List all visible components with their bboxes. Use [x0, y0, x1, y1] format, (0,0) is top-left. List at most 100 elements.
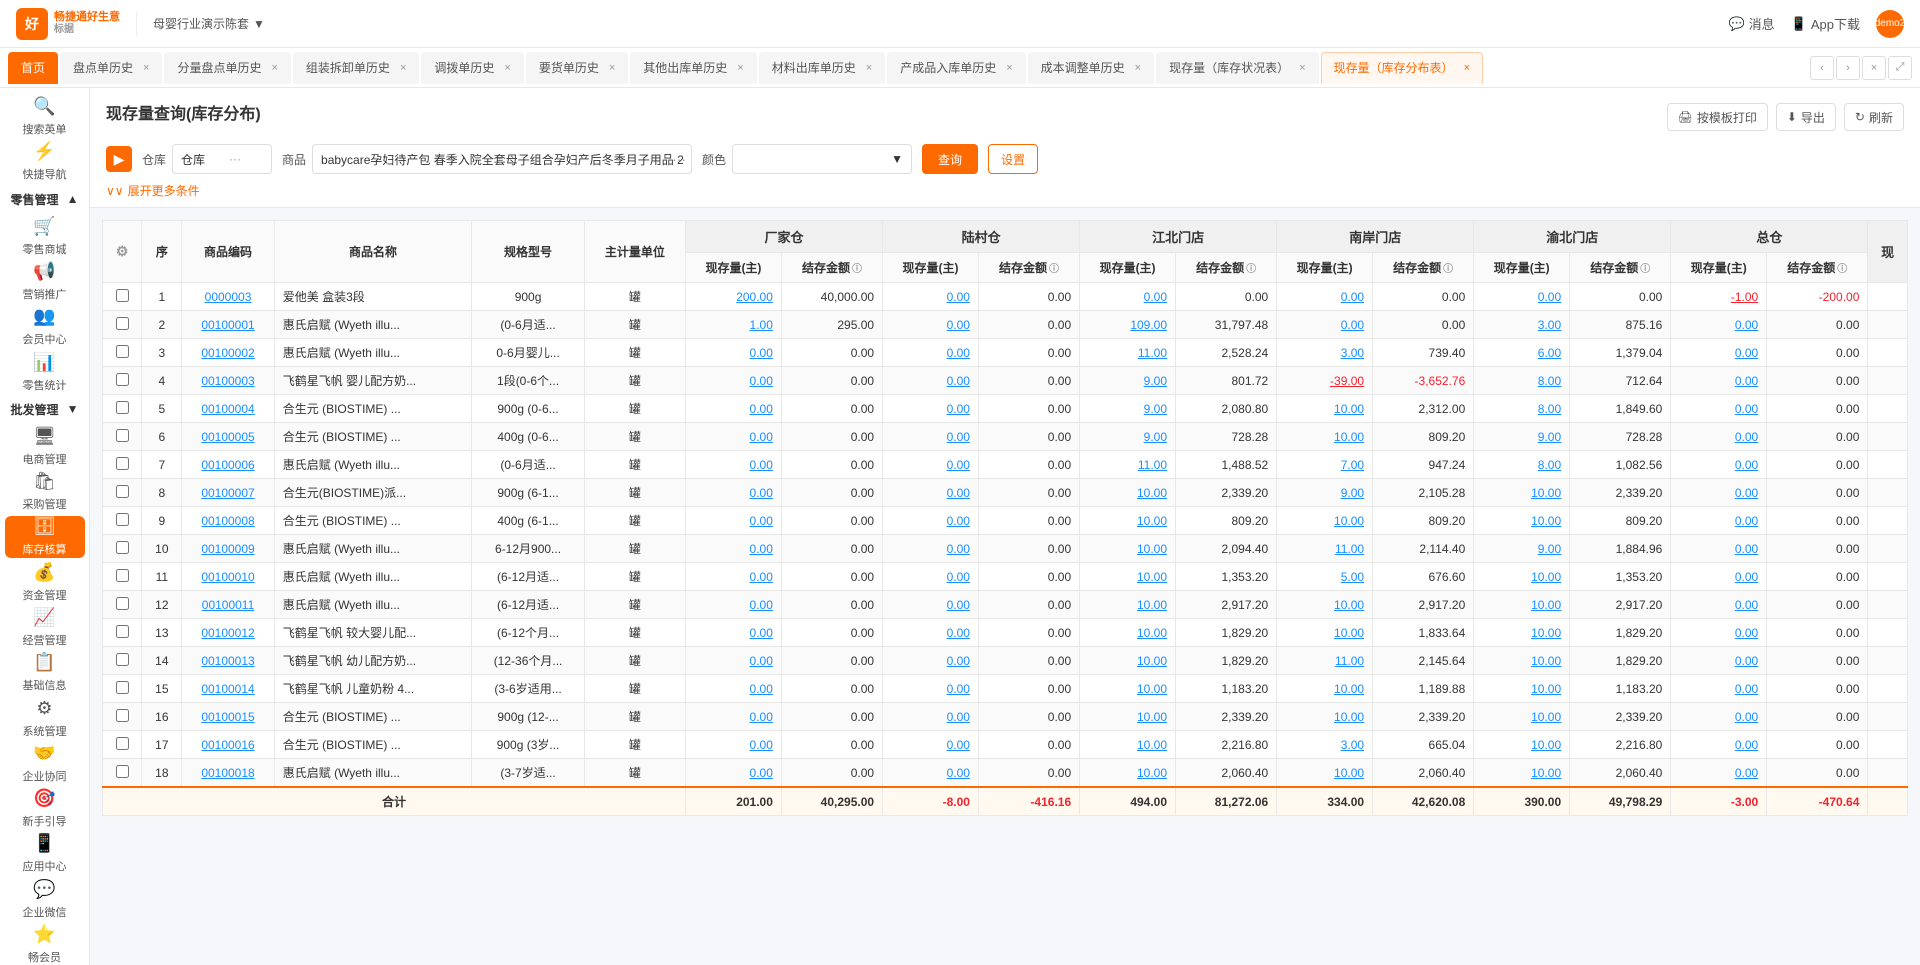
- row-lucun-qty[interactable]: 0.00: [883, 619, 979, 647]
- row-jiangbei-qty[interactable]: 11.00: [1080, 339, 1176, 367]
- row-jiangbei-qty[interactable]: 10.00: [1080, 563, 1176, 591]
- row-yubei-qty[interactable]: 9.00: [1474, 535, 1570, 563]
- row-code[interactable]: 00100008: [182, 507, 274, 535]
- tab-1-close[interactable]: ×: [143, 62, 149, 74]
- row-lucun-qty[interactable]: 0.00: [883, 339, 979, 367]
- message-btn[interactable]: 💬 消息: [1728, 14, 1774, 33]
- tab-4[interactable]: 调拨单历史 ×: [421, 52, 523, 84]
- row-nanan-qty[interactable]: 11.00: [1277, 647, 1373, 675]
- row-changjiacao-qty[interactable]: 0.00: [686, 339, 782, 367]
- sidebar-item-system[interactable]: ⚙ 系统管理: [5, 697, 85, 738]
- row-checkbox[interactable]: [103, 451, 142, 479]
- row-nanan-qty[interactable]: 7.00: [1277, 451, 1373, 479]
- row-lucun-qty[interactable]: 0.00: [883, 423, 979, 451]
- sidebar-section-wholesale[interactable]: 批发管理 ▼: [5, 397, 85, 422]
- row-code[interactable]: 00100015: [182, 703, 274, 731]
- sidebar-item-retail-stats[interactable]: 📊 零售统计: [5, 351, 85, 392]
- tab-4-close[interactable]: ×: [504, 62, 510, 74]
- tab-3-close[interactable]: ×: [400, 62, 406, 74]
- industry-selector[interactable]: 母婴行业演示陈套 ▼: [153, 15, 265, 32]
- row-changjiacao-qty[interactable]: 0.00: [686, 507, 782, 535]
- row-total-qty[interactable]: 0.00: [1671, 535, 1767, 563]
- row-checkbox[interactable]: [103, 591, 142, 619]
- row-total-qty[interactable]: 0.00: [1671, 339, 1767, 367]
- row-yubei-qty[interactable]: 10.00: [1474, 619, 1570, 647]
- row-lucun-qty[interactable]: 0.00: [883, 367, 979, 395]
- row-changjiacao-qty[interactable]: 0.00: [686, 563, 782, 591]
- row-nanan-qty[interactable]: 10.00: [1277, 703, 1373, 731]
- row-checkbox[interactable]: [103, 703, 142, 731]
- row-nanan-qty[interactable]: 0.00: [1277, 283, 1373, 311]
- row-lucun-qty[interactable]: 0.00: [883, 563, 979, 591]
- row-checkbox[interactable]: [103, 619, 142, 647]
- row-total-qty[interactable]: 0.00: [1671, 395, 1767, 423]
- refresh-btn[interactable]: ↻ 刷新: [1844, 103, 1904, 131]
- row-yubei-qty[interactable]: 10.00: [1474, 591, 1570, 619]
- row-checkbox[interactable]: [103, 395, 142, 423]
- row-lucun-qty[interactable]: 0.00: [883, 731, 979, 759]
- tab-2-close[interactable]: ×: [271, 62, 277, 74]
- row-total-qty[interactable]: 0.00: [1671, 675, 1767, 703]
- tab-11[interactable]: 现存量（库存分布表） ×: [1321, 52, 1483, 84]
- row-changjiacao-qty[interactable]: 0.00: [686, 423, 782, 451]
- tab-home[interactable]: 首页: [8, 52, 58, 84]
- row-total-qty[interactable]: 0.00: [1671, 759, 1767, 788]
- row-changjiacao-qty[interactable]: 200.00: [686, 283, 782, 311]
- row-changjiacao-qty[interactable]: 0.00: [686, 759, 782, 788]
- row-total-qty[interactable]: 0.00: [1671, 703, 1767, 731]
- product-input-dots[interactable]: ···: [672, 151, 686, 167]
- row-yubei-qty[interactable]: 0.00: [1474, 283, 1570, 311]
- row-nanan-qty[interactable]: 10.00: [1277, 759, 1373, 788]
- row-jiangbei-qty[interactable]: 109.00: [1080, 311, 1176, 339]
- row-changjiacao-qty[interactable]: 0.00: [686, 479, 782, 507]
- row-total-qty[interactable]: -1.00: [1671, 283, 1767, 311]
- sidebar-item-newbie[interactable]: 🎯 新手引导: [5, 788, 85, 829]
- row-lucun-qty[interactable]: 0.00: [883, 647, 979, 675]
- tab-11-close[interactable]: ×: [1464, 62, 1470, 74]
- row-changjiacao-qty[interactable]: 0.00: [686, 731, 782, 759]
- info-icon-4[interactable]: ⓘ: [1443, 264, 1453, 275]
- query-btn[interactable]: 查询: [922, 144, 978, 174]
- sidebar-item-search[interactable]: 🔍 搜索英单: [5, 96, 85, 137]
- info-icon-6[interactable]: ⓘ: [1837, 264, 1847, 275]
- print-btn[interactable]: 🖨 按模板打印: [1667, 103, 1768, 131]
- tab-9-close[interactable]: ×: [1135, 62, 1141, 74]
- row-code[interactable]: 00100016: [182, 731, 274, 759]
- row-jiangbei-qty[interactable]: 10.00: [1080, 759, 1176, 788]
- row-jiangbei-qty[interactable]: 10.00: [1080, 619, 1176, 647]
- tab-7-close[interactable]: ×: [866, 62, 872, 74]
- sidebar-item-finance[interactable]: 💰 资金管理: [5, 562, 85, 603]
- row-lucun-qty[interactable]: 0.00: [883, 675, 979, 703]
- sidebar-item-basics[interactable]: 📋 基础信息: [5, 652, 85, 693]
- row-total-qty[interactable]: 0.00: [1671, 619, 1767, 647]
- row-total-qty[interactable]: 0.00: [1671, 311, 1767, 339]
- row-code[interactable]: 00100013: [182, 647, 274, 675]
- color-selector[interactable]: ▼: [732, 144, 912, 174]
- warehouse-selector[interactable]: 仓库 ···: [172, 144, 272, 174]
- row-yubei-qty[interactable]: 8.00: [1474, 367, 1570, 395]
- row-checkbox[interactable]: [103, 759, 142, 788]
- row-jiangbei-qty[interactable]: 10.00: [1080, 591, 1176, 619]
- sidebar-item-nav[interactable]: ⚡ 快捷导航: [5, 141, 85, 182]
- row-lucun-qty[interactable]: 0.00: [883, 535, 979, 563]
- row-code[interactable]: 00100005: [182, 423, 274, 451]
- row-checkbox[interactable]: [103, 535, 142, 563]
- row-jiangbei-qty[interactable]: 10.00: [1080, 479, 1176, 507]
- sidebar-item-retail-shop[interactable]: 🛒 零售商城: [5, 216, 85, 257]
- tab-9[interactable]: 成本调整单历史 ×: [1028, 52, 1154, 84]
- row-yubei-qty[interactable]: 10.00: [1474, 479, 1570, 507]
- row-yubei-qty[interactable]: 6.00: [1474, 339, 1570, 367]
- row-changjiacao-qty[interactable]: 0.00: [686, 619, 782, 647]
- row-yubei-qty[interactable]: 10.00: [1474, 507, 1570, 535]
- expand-filter-btn[interactable]: ▶: [106, 146, 132, 172]
- row-checkbox[interactable]: [103, 647, 142, 675]
- row-nanan-qty[interactable]: 10.00: [1277, 675, 1373, 703]
- row-lucun-qty[interactable]: 0.00: [883, 759, 979, 788]
- sidebar-item-member2[interactable]: ⭐ 畅会员: [5, 924, 85, 965]
- row-lucun-qty[interactable]: 0.00: [883, 591, 979, 619]
- row-changjiacao-qty[interactable]: 0.00: [686, 367, 782, 395]
- tab-1[interactable]: 盘点单历史 ×: [60, 52, 162, 84]
- row-nanan-qty[interactable]: -39.00: [1277, 367, 1373, 395]
- row-code[interactable]: 00100012: [182, 619, 274, 647]
- row-yubei-qty[interactable]: 10.00: [1474, 731, 1570, 759]
